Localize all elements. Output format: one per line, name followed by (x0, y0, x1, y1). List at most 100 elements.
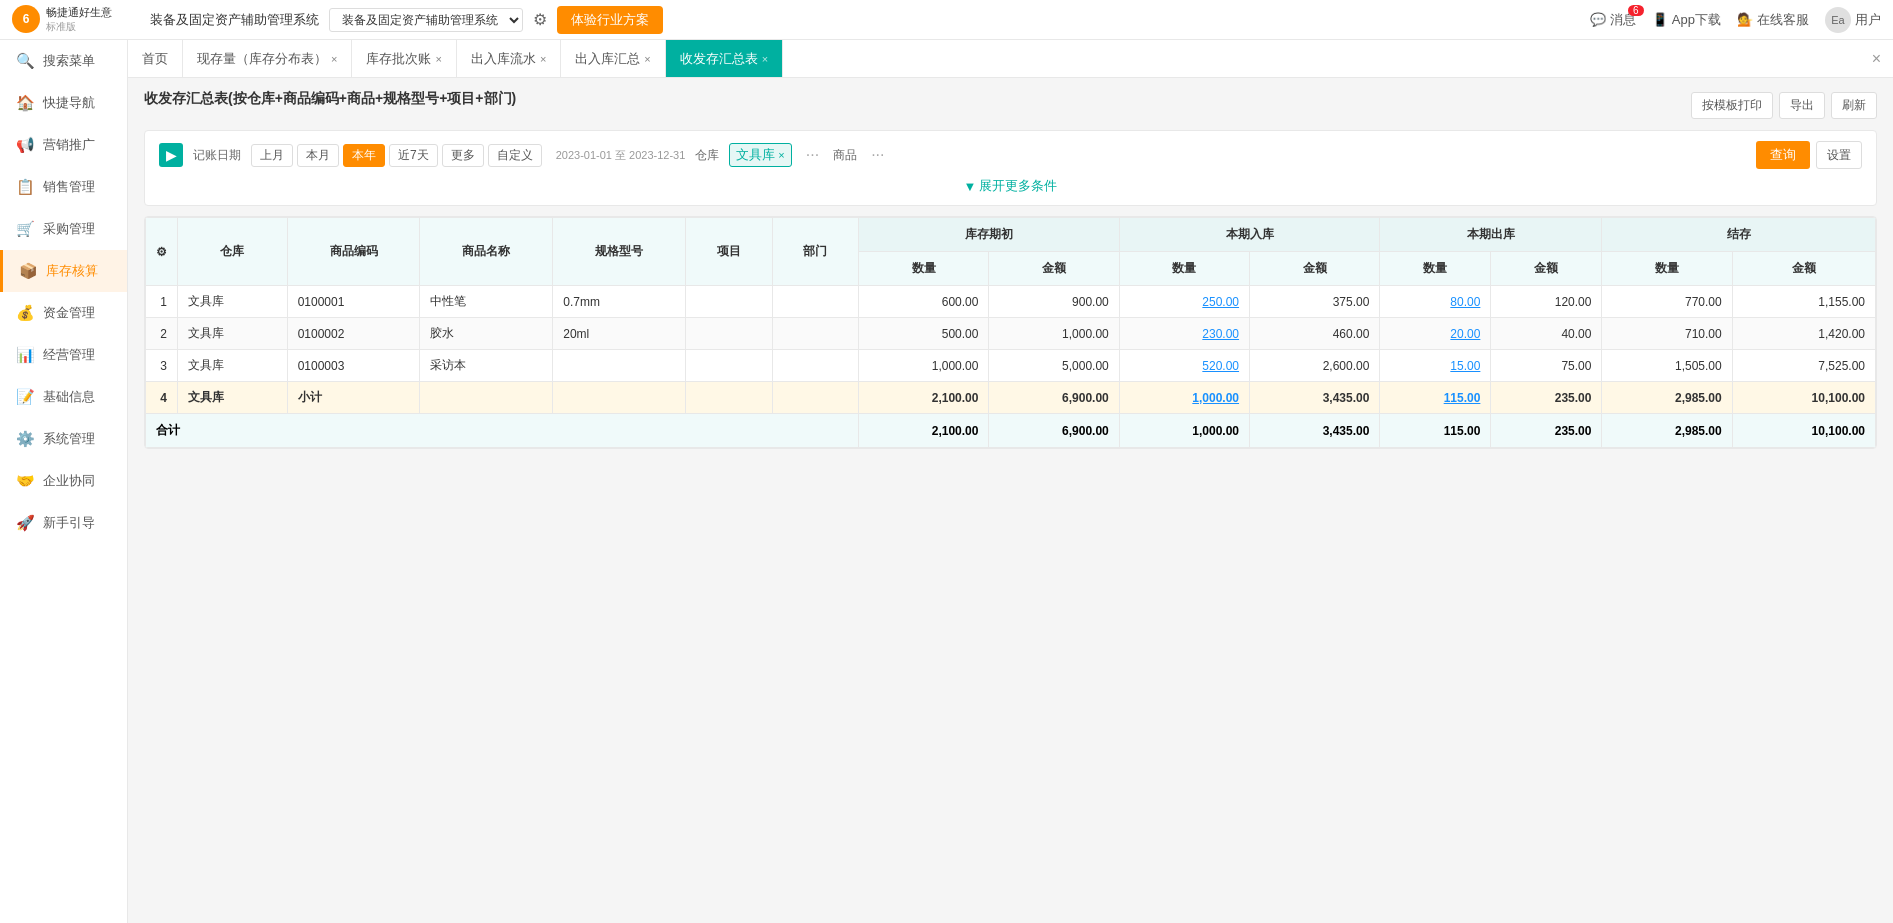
goods-dots[interactable]: ··· (867, 146, 888, 164)
tab-close-receipt[interactable]: × (762, 53, 768, 65)
query-button[interactable]: 查询 (1756, 141, 1810, 169)
date-btn-this-year[interactable]: 本年 (343, 144, 385, 167)
cell-bal-qty: 1,505.00 (1602, 350, 1732, 382)
th-opening: 库存期初 (859, 218, 1120, 252)
cell-project (685, 318, 772, 350)
logo-area: 6 畅捷通好生意 标准版 (12, 5, 140, 33)
cell-out-qty[interactable]: 80.00 (1380, 286, 1491, 318)
warehouse-dots[interactable]: ··· (802, 146, 823, 164)
cell-spec: 20ml (553, 318, 686, 350)
cell-in-qty[interactable]: 1,000.00 (1119, 382, 1249, 414)
message-badge: 6 (1628, 5, 1644, 16)
tab-batch[interactable]: 库存批次账 × (352, 40, 456, 78)
trial-button[interactable]: 体验行业方案 (557, 6, 663, 34)
tab-inout[interactable]: 出入库流水 × (457, 40, 561, 78)
cell-opening-qty: 500.00 (859, 318, 989, 350)
cell-warehouse: 文具库 (178, 350, 288, 382)
sidebar-item-operations[interactable]: 📊 经营管理 (0, 334, 127, 376)
cell-project (685, 350, 772, 382)
sidebar-label-purchase: 采购管理 (43, 220, 95, 238)
refresh-button[interactable]: 刷新 (1831, 92, 1877, 119)
top-header: 6 畅捷通好生意 标准版 装备及固定资产辅助管理系统 装备及固定资产辅助管理系统… (0, 0, 1893, 40)
system-icon: ⚙️ (16, 430, 35, 448)
inventory-icon: 📦 (19, 262, 38, 280)
sales-icon: 📋 (16, 178, 35, 196)
online-service-button[interactable]: 💁 在线客服 (1737, 11, 1809, 29)
sidebar-item-marketing[interactable]: 📢 营销推广 (0, 124, 127, 166)
message-button[interactable]: 💬 消息 6 (1590, 11, 1636, 29)
cell-in-amt: 3,435.00 (1250, 382, 1380, 414)
date-btn-custom[interactable]: 自定义 (488, 144, 542, 167)
cell-out-amt: 235.00 (1491, 382, 1602, 414)
cell-no: 1 (146, 286, 178, 318)
search-icon: 🔍 (16, 52, 35, 70)
cell-out-qty[interactable]: 15.00 (1380, 350, 1491, 382)
tab-close-all-button[interactable]: × (1860, 50, 1893, 68)
date-label: 记账日期 (193, 147, 241, 164)
cell-bal-amt: 1,155.00 (1732, 286, 1875, 318)
tab-summary[interactable]: 出入库汇总 × (561, 40, 665, 78)
sidebar-label-collab: 企业协同 (43, 472, 95, 490)
date-btn-7days[interactable]: 近7天 (389, 144, 438, 167)
tab-close-stock[interactable]: × (331, 53, 337, 65)
th-warehouse: 仓库 (178, 218, 288, 286)
app-download-button[interactable]: 📱 App下载 (1652, 11, 1721, 29)
sidebar-label-operations: 经营管理 (43, 346, 95, 364)
toggle-expand-button[interactable]: ▶ (159, 143, 183, 167)
sidebar-item-collab[interactable]: 🤝 企业协同 (0, 460, 127, 502)
sidebar-label-quicknav: 快捷导航 (43, 94, 95, 112)
tab-home[interactable]: 首页 (128, 40, 183, 78)
finance-icon: 💰 (16, 304, 35, 322)
date-btn-more[interactable]: 更多 (442, 144, 484, 167)
expand-conditions-button[interactable]: ▼ 展开更多条件 (964, 177, 1058, 195)
sidebar-label-sales: 销售管理 (43, 178, 95, 196)
cell-out-qty[interactable]: 115.00 (1380, 382, 1491, 414)
gear-button[interactable]: ⚙ (533, 10, 547, 29)
settings-button[interactable]: 设置 (1816, 141, 1862, 169)
th-code: 商品编码 (287, 218, 420, 286)
user-button[interactable]: Ea 用户 (1825, 7, 1881, 33)
footer-opening-qty: 2,100.00 (859, 414, 989, 448)
sidebar-item-system[interactable]: ⚙️ 系统管理 (0, 418, 127, 460)
logo-badge: 标准版 (46, 20, 112, 34)
system-select[interactable]: 装备及固定资产辅助管理系统 (329, 8, 523, 32)
filter-bar: ▶ 记账日期 上月 本月 本年 近7天 更多 自定义 2023-01-01 至 … (144, 130, 1877, 206)
sidebar-item-purchase[interactable]: 🛒 采购管理 (0, 208, 127, 250)
sidebar-item-finance[interactable]: 💰 资金管理 (0, 292, 127, 334)
cell-in-qty[interactable]: 230.00 (1119, 318, 1249, 350)
sidebar-item-search[interactable]: 🔍 搜索菜单 (0, 40, 127, 82)
date-btn-last-month[interactable]: 上月 (251, 144, 293, 167)
tab-stock[interactable]: 现存量（库存分布表） × (183, 40, 352, 78)
export-button[interactable]: 导出 (1779, 92, 1825, 119)
warehouse-tag-remove[interactable]: × (778, 149, 784, 161)
print-button[interactable]: 按模板打印 (1691, 92, 1773, 119)
tab-close-summary[interactable]: × (644, 53, 650, 65)
tab-close-inout[interactable]: × (540, 53, 546, 65)
cell-code: 0100003 (287, 350, 420, 382)
cell-code: 0100002 (287, 318, 420, 350)
th-name: 商品名称 (420, 218, 553, 286)
sidebar-item-sales[interactable]: 📋 销售管理 (0, 166, 127, 208)
footer-bal-amt: 10,100.00 (1732, 414, 1875, 448)
sidebar-label-newbie: 新手引导 (43, 514, 95, 532)
cell-opening-amt: 1,000.00 (989, 318, 1119, 350)
footer-opening-amt: 6,900.00 (989, 414, 1119, 448)
table-row: 3文具库0100003采访本1,000.005,000.00520.002,60… (146, 350, 1876, 382)
sidebar-item-base[interactable]: 📝 基础信息 (0, 376, 127, 418)
cell-out-qty[interactable]: 20.00 (1380, 318, 1491, 350)
tab-close-batch[interactable]: × (435, 53, 441, 65)
cell-in-qty[interactable]: 520.00 (1119, 350, 1249, 382)
sidebar-item-newbie[interactable]: 🚀 新手引导 (0, 502, 127, 544)
tab-receipt[interactable]: 收发存汇总表 × (666, 40, 783, 78)
cell-opening-qty: 600.00 (859, 286, 989, 318)
message-icon: 💬 (1590, 12, 1606, 27)
tab-bar: 首页 现存量（库存分布表） × 库存批次账 × 出入库流水 × 出入库汇总 × … (128, 40, 1893, 78)
sidebar-item-quicknav[interactable]: 🏠 快捷导航 (0, 82, 127, 124)
sidebar-item-inventory[interactable]: 📦 库存核算 (0, 250, 127, 292)
cell-in-qty[interactable]: 250.00 (1119, 286, 1249, 318)
cell-code: 0100001 (287, 286, 420, 318)
date-btn-this-month[interactable]: 本月 (297, 144, 339, 167)
cell-spec (553, 382, 686, 414)
cell-in-amt: 2,600.00 (1250, 350, 1380, 382)
sidebar-label-finance: 资金管理 (43, 304, 95, 322)
